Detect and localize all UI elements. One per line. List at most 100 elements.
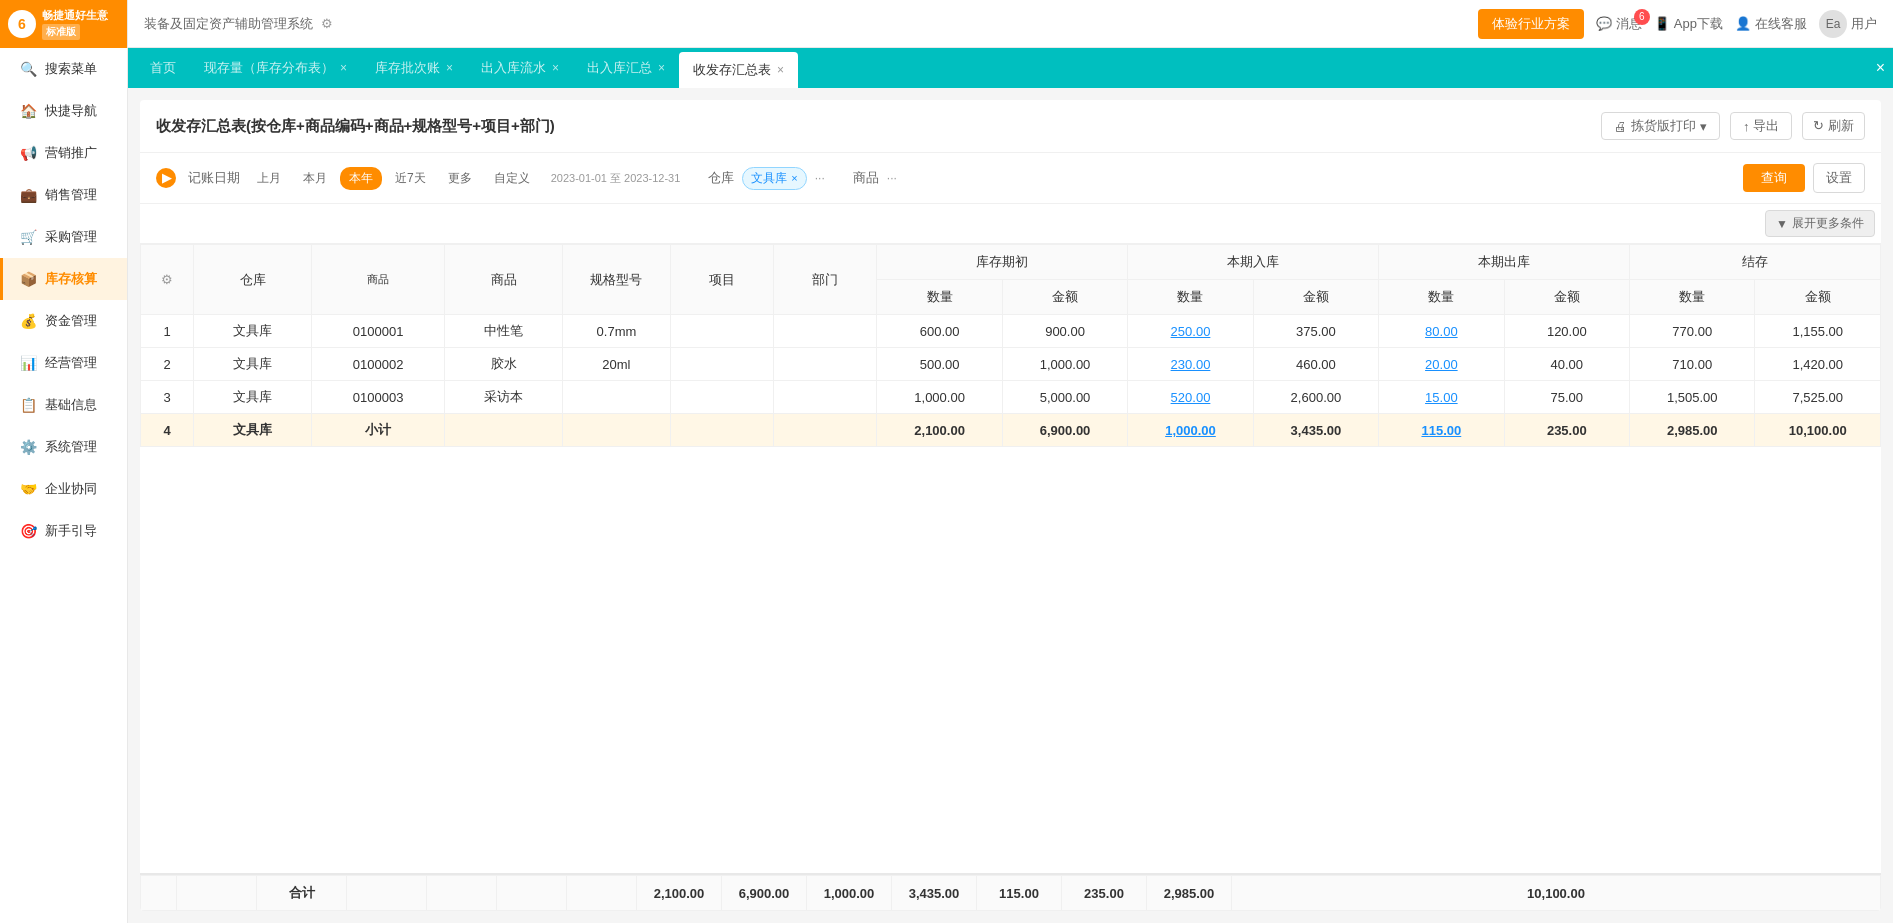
warehouse-filter-section: 仓库 文具库 × ··· xyxy=(708,167,824,190)
print-btn[interactable]: 🖨 拣货版打印 ▾ xyxy=(1601,112,1720,140)
filter-toggle-btn[interactable]: ▶ xyxy=(156,168,176,188)
row2-out-qty[interactable]: 20.00 xyxy=(1379,348,1504,381)
page-header-actions: 🖨 拣货版打印 ▾ ↑ 导出 ↻ 刷新 xyxy=(1601,112,1865,140)
th-out-amt: 金额 xyxy=(1504,280,1629,315)
page-title: 收发存汇总表(按仓库+商品编码+商品+规格型号+项目+部门) xyxy=(156,117,555,136)
th-project: 项目 xyxy=(670,245,773,315)
tab-batch[interactable]: 库存批次账 × xyxy=(361,48,467,88)
goods-more[interactable]: ··· xyxy=(887,171,897,185)
date-btn-more[interactable]: 更多 xyxy=(439,167,481,190)
row2-in-qty[interactable]: 230.00 xyxy=(1128,348,1253,381)
th-bal-qty: 数量 xyxy=(1630,280,1755,315)
row3-bal-qty: 1,505.00 xyxy=(1630,381,1755,414)
th-open-amt: 金额 xyxy=(1002,280,1127,315)
row3-in-amt: 2,600.00 xyxy=(1253,381,1378,414)
tab-close-icon[interactable]: × xyxy=(658,61,665,75)
sidebar-item-marketing[interactable]: 📢 营销推广 xyxy=(0,132,127,174)
sidebar-item-label: 系统管理 xyxy=(45,438,97,456)
row2-num: 2 xyxy=(141,348,194,381)
finance-icon: 💰 xyxy=(19,312,37,330)
tab-close-icon[interactable]: × xyxy=(446,61,453,75)
date-label: 记账日期 xyxy=(188,169,240,187)
row1-bal-amt: 1,155.00 xyxy=(1755,315,1881,348)
warehouse-tag-close-icon[interactable]: × xyxy=(791,172,797,184)
row2-project xyxy=(670,348,773,381)
expand-more-btn[interactable]: ▼ 展开更多条件 xyxy=(1765,210,1875,237)
refresh-btn[interactable]: ↻ 刷新 xyxy=(1802,112,1865,140)
date-btn-custom[interactable]: 自定义 xyxy=(485,167,539,190)
sidebar-item-label: 企业协同 xyxy=(45,480,97,498)
sidebar-item-search[interactable]: 🔍 搜索菜单 xyxy=(0,48,127,90)
tab-inventory-dist[interactable]: 现存量（库存分布表） × xyxy=(190,48,361,88)
row3-out-qty[interactable]: 15.00 xyxy=(1379,381,1504,414)
sidebar-item-sales[interactable]: 💼 销售管理 xyxy=(0,174,127,216)
sidebar-item-finance[interactable]: 💰 资金管理 xyxy=(0,300,127,342)
close-all-tabs-btn[interactable]: × xyxy=(1876,59,1885,77)
table-row: 2 文具库 0100002 胶水 20ml 500.00 1,000.00 23… xyxy=(141,348,1881,381)
th-bal-amt: 金额 xyxy=(1755,280,1881,315)
app-download-btn[interactable]: 📱 App下载 xyxy=(1654,15,1723,33)
date-btn-this-year[interactable]: 本年 xyxy=(340,167,382,190)
row1-in-qty[interactable]: 250.00 xyxy=(1128,315,1253,348)
sidebar-item-guide[interactable]: 🎯 新手引导 xyxy=(0,510,127,552)
tab-flow[interactable]: 出入库流水 × xyxy=(467,48,573,88)
system-name: 装备及固定资产辅助管理系统 xyxy=(144,15,313,33)
row2-dept xyxy=(774,348,877,381)
sidebar-item-purchase[interactable]: 🛒 采购管理 xyxy=(0,216,127,258)
tab-receive-summary[interactable]: 收发存汇总表 × xyxy=(679,52,798,88)
date-btn-7days[interactable]: 近7天 xyxy=(386,167,435,190)
sidebar-item-label: 资金管理 xyxy=(45,312,97,330)
row3-in-qty[interactable]: 520.00 xyxy=(1128,381,1253,414)
tab-close-icon[interactable]: × xyxy=(777,63,784,77)
sidebar-item-operations[interactable]: 📊 经营管理 xyxy=(0,342,127,384)
app-tag: 标准版 xyxy=(42,24,80,40)
th-dept: 部门 xyxy=(774,245,877,315)
tab-home[interactable]: 首页 xyxy=(136,48,190,88)
date-buttons: 上月 本月 本年 近7天 更多 自定义 xyxy=(248,167,539,190)
service-icon: 👤 xyxy=(1735,16,1751,31)
settings-gear-icon[interactable]: ⚙ xyxy=(321,16,333,31)
column-settings-icon[interactable]: ⚙ xyxy=(161,272,173,287)
sidebar-item-system[interactable]: ⚙️ 系统管理 xyxy=(0,426,127,468)
message-btn[interactable]: 💬 消息 6 xyxy=(1596,15,1642,33)
date-btn-last-month[interactable]: 上月 xyxy=(248,167,290,190)
sidebar-item-quicknav[interactable]: 🏠 快捷导航 xyxy=(0,90,127,132)
query-btn[interactable]: 查询 xyxy=(1743,164,1805,192)
purchase-icon: 🛒 xyxy=(19,228,37,246)
export-btn[interactable]: ↑ 导出 xyxy=(1730,112,1793,140)
tab-inout-summary[interactable]: 出入库汇总 × xyxy=(573,48,679,88)
collab-icon: 🤝 xyxy=(19,480,37,498)
warehouse-more[interactable]: ··· xyxy=(815,171,825,185)
th-out-qty: 数量 xyxy=(1379,280,1504,315)
tab-close-icon[interactable]: × xyxy=(552,61,559,75)
sidebar-item-collab[interactable]: 🤝 企业协同 xyxy=(0,468,127,510)
user-btn[interactable]: Ea 用户 xyxy=(1819,10,1877,38)
online-service-btn[interactable]: 👤 在线客服 xyxy=(1735,15,1807,33)
data-table: ⚙ 仓库 商品 商品 规格型号 项目 部门 库存期初 本期入库 本期出库 结存 xyxy=(140,244,1881,447)
tab-close-icon[interactable]: × xyxy=(340,61,347,75)
sidebar-item-inventory[interactable]: 📦 库存核算 xyxy=(0,258,127,300)
row3-num: 3 xyxy=(141,381,194,414)
subtotal-out-qty[interactable]: 115.00 xyxy=(1379,414,1504,447)
row2-spec: 20ml xyxy=(563,348,671,381)
row2-goods: 胶水 xyxy=(445,348,563,381)
table-footer: 合计 2,100.00 6,900.00 1,000.00 3,435.00 1… xyxy=(140,873,1881,911)
sidebar-item-basics[interactable]: 📋 基础信息 xyxy=(0,384,127,426)
subtotal-in-qty[interactable]: 1,000.00 xyxy=(1128,414,1253,447)
chevron-down-icon: ▾ xyxy=(1700,119,1707,134)
row3-open-qty: 1,000.00 xyxy=(877,381,1002,414)
try-btn[interactable]: 体验行业方案 xyxy=(1478,9,1584,39)
setting-btn[interactable]: 设置 xyxy=(1813,163,1865,193)
sidebar-item-label: 快捷导航 xyxy=(45,102,97,120)
subtotal-bal-qty: 2,985.00 xyxy=(1630,414,1755,447)
avatar: Ea xyxy=(1819,10,1847,38)
row3-bal-amt: 7,525.00 xyxy=(1755,381,1881,414)
total-bal-qty: 2,985.00 xyxy=(1147,876,1232,911)
date-btn-this-month[interactable]: 本月 xyxy=(294,167,336,190)
warehouse-tag[interactable]: 文具库 × xyxy=(742,167,806,190)
home-icon: 🏠 xyxy=(19,102,37,120)
row1-bal-qty: 770.00 xyxy=(1630,315,1755,348)
row1-out-qty[interactable]: 80.00 xyxy=(1379,315,1504,348)
th-in-amt: 金额 xyxy=(1253,280,1378,315)
row3-warehouse: 文具库 xyxy=(194,381,312,414)
